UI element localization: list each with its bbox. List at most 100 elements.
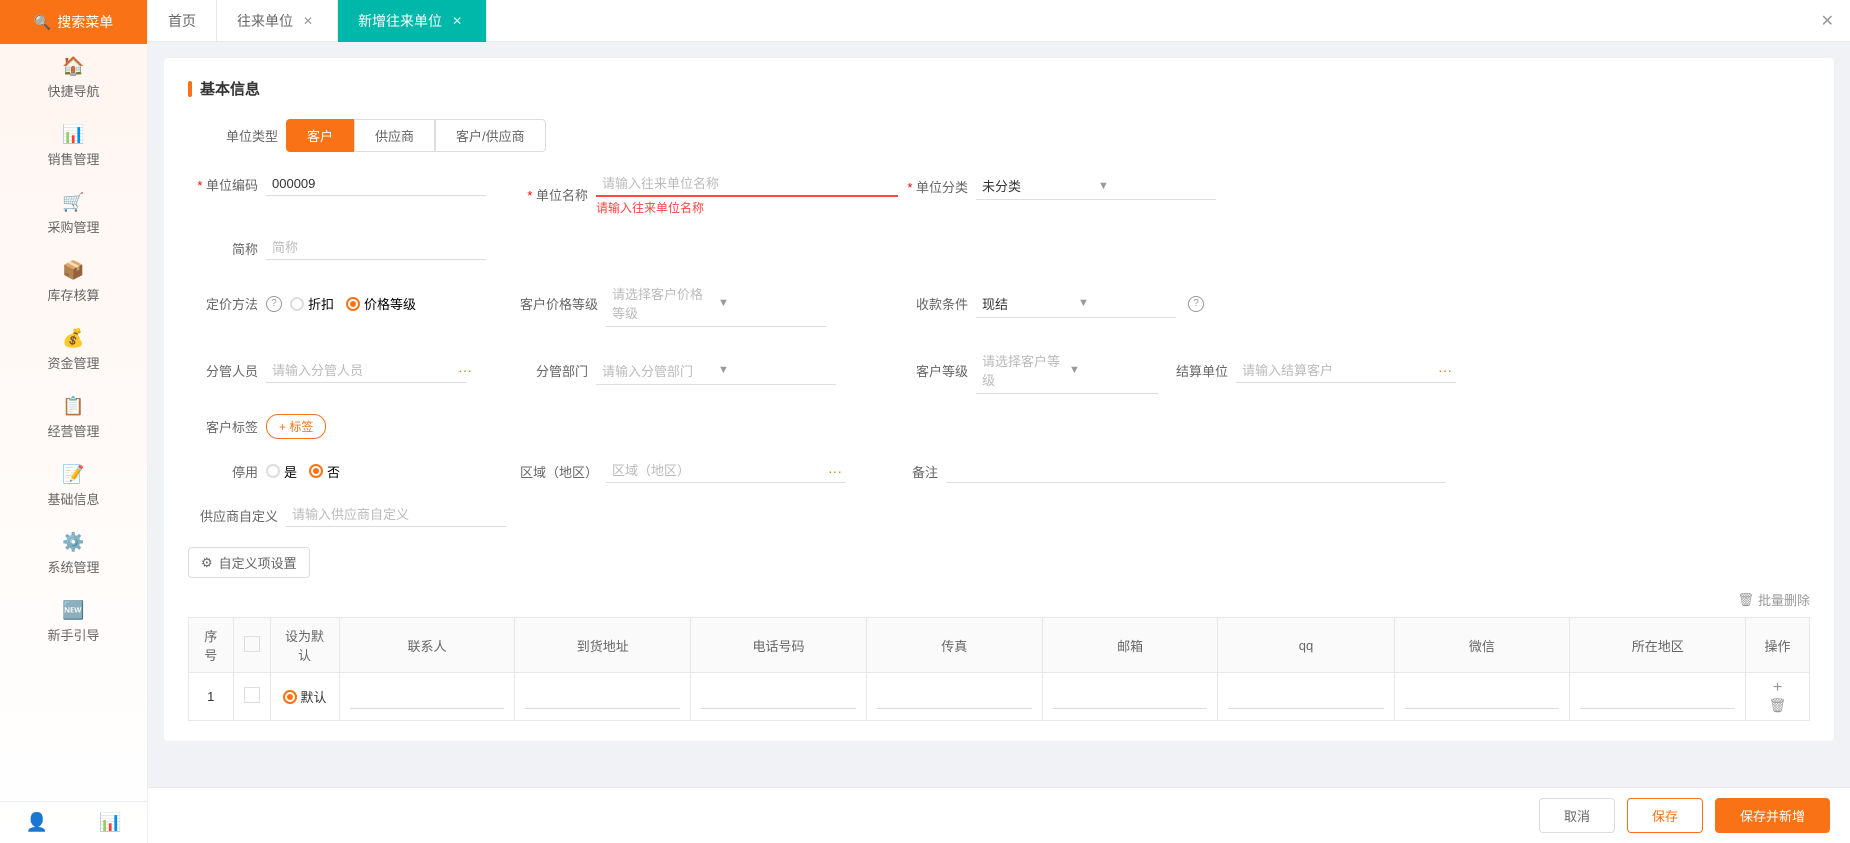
sidebar-item-system[interactable]: ⚙️ 系统管理 <box>0 520 147 588</box>
tabs-bar: 首页 往来单位 ✕ 新增往来单位 ✕ ✕ <box>148 0 1850 42</box>
custom-settings-button[interactable]: ⚙ 自定义项设置 <box>188 547 310 578</box>
manager-input-wrap: ··· <box>266 359 466 383</box>
col-qq: qq <box>1218 618 1394 673</box>
col-no: 序号 <box>189 618 234 673</box>
type-btn-supplier[interactable]: 供应商 <box>354 119 435 152</box>
unit-type-buttons: 客户 供应商 客户/供应商 <box>286 119 546 152</box>
wechat-input[interactable] <box>1405 685 1560 709</box>
tag-add-button[interactable]: + 标签 <box>266 414 326 439</box>
batch-delete-icon: 🗑 <box>1737 592 1754 608</box>
customer-price-field: 客户价格等级 请选择客户价格等级 ▼ <box>518 280 898 327</box>
department-select[interactable]: 请输入分管部门 ▼ <box>596 357 836 385</box>
cell-email[interactable] <box>1042 673 1218 721</box>
email-input[interactable] <box>1053 685 1208 709</box>
pricing-help-icon[interactable]: ? <box>266 296 282 312</box>
home-icon: 🏠 <box>62 56 84 77</box>
type-btn-both[interactable]: 客户/供应商 <box>435 119 546 152</box>
row-region-input[interactable] <box>1580 685 1735 709</box>
payment-select[interactable]: 现结 ▼ <box>976 290 1176 318</box>
contact-input[interactable] <box>350 685 505 709</box>
gear-icon: ⚙ <box>201 555 213 571</box>
purchase-icon: 🛒 <box>62 192 84 213</box>
settlement-input[interactable] <box>1236 359 1434 382</box>
sidebar-item-inventory[interactable]: 📦 库存核算 <box>0 248 147 316</box>
sidebar-item-basic[interactable]: 📝 基础信息 <box>0 452 147 520</box>
short-name-row: 简称 <box>188 236 1810 260</box>
cell-no: 1 <box>189 673 234 721</box>
chevron-down-icon4: ▼ <box>718 364 830 376</box>
add-row-icon[interactable]: + <box>1769 679 1786 696</box>
col-email: 邮箱 <box>1042 618 1218 673</box>
unit-name-field: 单位名称 请输入往来单位名称 <box>518 172 898 216</box>
stop-radio-no[interactable]: 否 <box>309 462 340 481</box>
short-name-input[interactable] <box>266 236 486 260</box>
sidebar-item-sales[interactable]: 📊 销售管理 <box>0 112 147 180</box>
stop-radio-yes[interactable]: 是 <box>266 462 297 481</box>
manager-field: 分管人员 ··· <box>188 359 518 383</box>
cell-contact[interactable] <box>339 673 515 721</box>
address-input[interactable] <box>525 685 680 709</box>
tab-new-contact[interactable]: 新增往来单位 ✕ <box>338 0 487 42</box>
cell-address[interactable] <box>515 673 691 721</box>
cell-wechat[interactable] <box>1394 673 1570 721</box>
type-btn-customer[interactable]: 客户 <box>286 119 354 152</box>
pricing-radio-discount[interactable]: 折扣 <box>290 294 334 313</box>
manager-input[interactable] <box>266 359 454 382</box>
col-address: 到货地址 <box>515 618 691 673</box>
section-title-text: 基本信息 <box>200 78 260 99</box>
fax-input[interactable] <box>877 685 1032 709</box>
phone-input[interactable] <box>701 685 856 709</box>
sales-icon: 📊 <box>62 124 84 145</box>
payment-help-icon[interactable]: ? <box>1188 296 1204 312</box>
tab-new-contact-close[interactable]: ✕ <box>448 12 466 30</box>
cancel-button[interactable]: 取消 <box>1539 798 1615 833</box>
customer-price-select[interactable]: 请选择客户价格等级 ▼ <box>606 280 826 327</box>
sidebar-bottom-btn-left[interactable]: 👤 <box>0 802 74 843</box>
customer-level-select[interactable]: 请选择客户等级 ▼ <box>976 347 1158 394</box>
col-fax: 传真 <box>866 618 1042 673</box>
unit-code-input[interactable] <box>266 172 486 196</box>
sidebar-search[interactable]: 🔍 搜索菜单 <box>0 0 147 44</box>
row-checkbox[interactable] <box>244 687 260 703</box>
sidebar-item-label: 系统管理 <box>47 557 99 576</box>
qq-input[interactable] <box>1228 685 1383 709</box>
sidebar-item-operations[interactable]: 📋 经营管理 <box>0 384 147 452</box>
tab-close-all[interactable]: ✕ <box>1805 11 1850 31</box>
radio-price-level-circle <box>346 297 360 311</box>
cell-region[interactable] <box>1570 673 1746 721</box>
manager-ellipsis[interactable]: ··· <box>454 362 476 378</box>
sidebar-bottom-btn-right[interactable]: 📊 <box>74 802 148 843</box>
save-button[interactable]: 保存 <box>1627 798 1703 833</box>
cell-fax[interactable] <box>866 673 1042 721</box>
settlement-ellipsis[interactable]: ··· <box>1434 362 1456 378</box>
sidebar-item-finance[interactable]: 💰 资金管理 <box>0 316 147 384</box>
customer-tag-label: 客户标签 <box>188 417 258 436</box>
select-all-checkbox[interactable] <box>244 636 260 652</box>
pricing-radio-price-level[interactable]: 价格等级 <box>346 294 416 313</box>
supplier-custom-input[interactable] <box>286 503 506 527</box>
tab-contacts[interactable]: 往来单位 ✕ <box>217 0 338 42</box>
sidebar-item-quick-nav[interactable]: 🏠 快捷导航 <box>0 44 147 112</box>
cell-qq[interactable] <box>1218 673 1394 721</box>
sidebar-item-guide[interactable]: 🆕 新手引导 <box>0 588 147 656</box>
sidebar: 🔍 搜索菜单 🏠 快捷导航 📊 销售管理 🛒 采购管理 📦 库存核算 💰 资金管… <box>0 0 148 843</box>
sidebar-item-purchase[interactable]: 🛒 采购管理 <box>0 180 147 248</box>
unit-name-input[interactable] <box>596 172 898 197</box>
remark-input[interactable] <box>946 459 1446 483</box>
tab-contacts-label: 往来单位 <box>237 11 293 31</box>
unit-category-select[interactable]: 未分类 ▼ <box>976 172 1216 200</box>
cell-phone[interactable] <box>691 673 867 721</box>
batch-delete-area[interactable]: 🗑 批量删除 <box>188 590 1810 609</box>
row-default-radio[interactable]: 默认 <box>281 687 329 706</box>
region-ellipsis[interactable]: ··· <box>824 463 846 479</box>
region-input[interactable] <box>606 459 824 482</box>
sidebar-bottom: 👤 📊 <box>0 801 147 843</box>
cell-checkbox[interactable] <box>233 673 270 721</box>
save-add-button[interactable]: 保存并新增 <box>1715 798 1830 833</box>
tab-home[interactable]: 首页 <box>148 0 217 42</box>
tags-field: 客户标签 + 标签 <box>188 414 1810 439</box>
radio-discount-circle <box>290 297 304 311</box>
tab-contacts-close[interactable]: ✕ <box>299 12 317 30</box>
delete-row-icon[interactable]: 🗑 <box>1765 697 1791 713</box>
unit-name-label: 单位名称 <box>518 185 588 204</box>
